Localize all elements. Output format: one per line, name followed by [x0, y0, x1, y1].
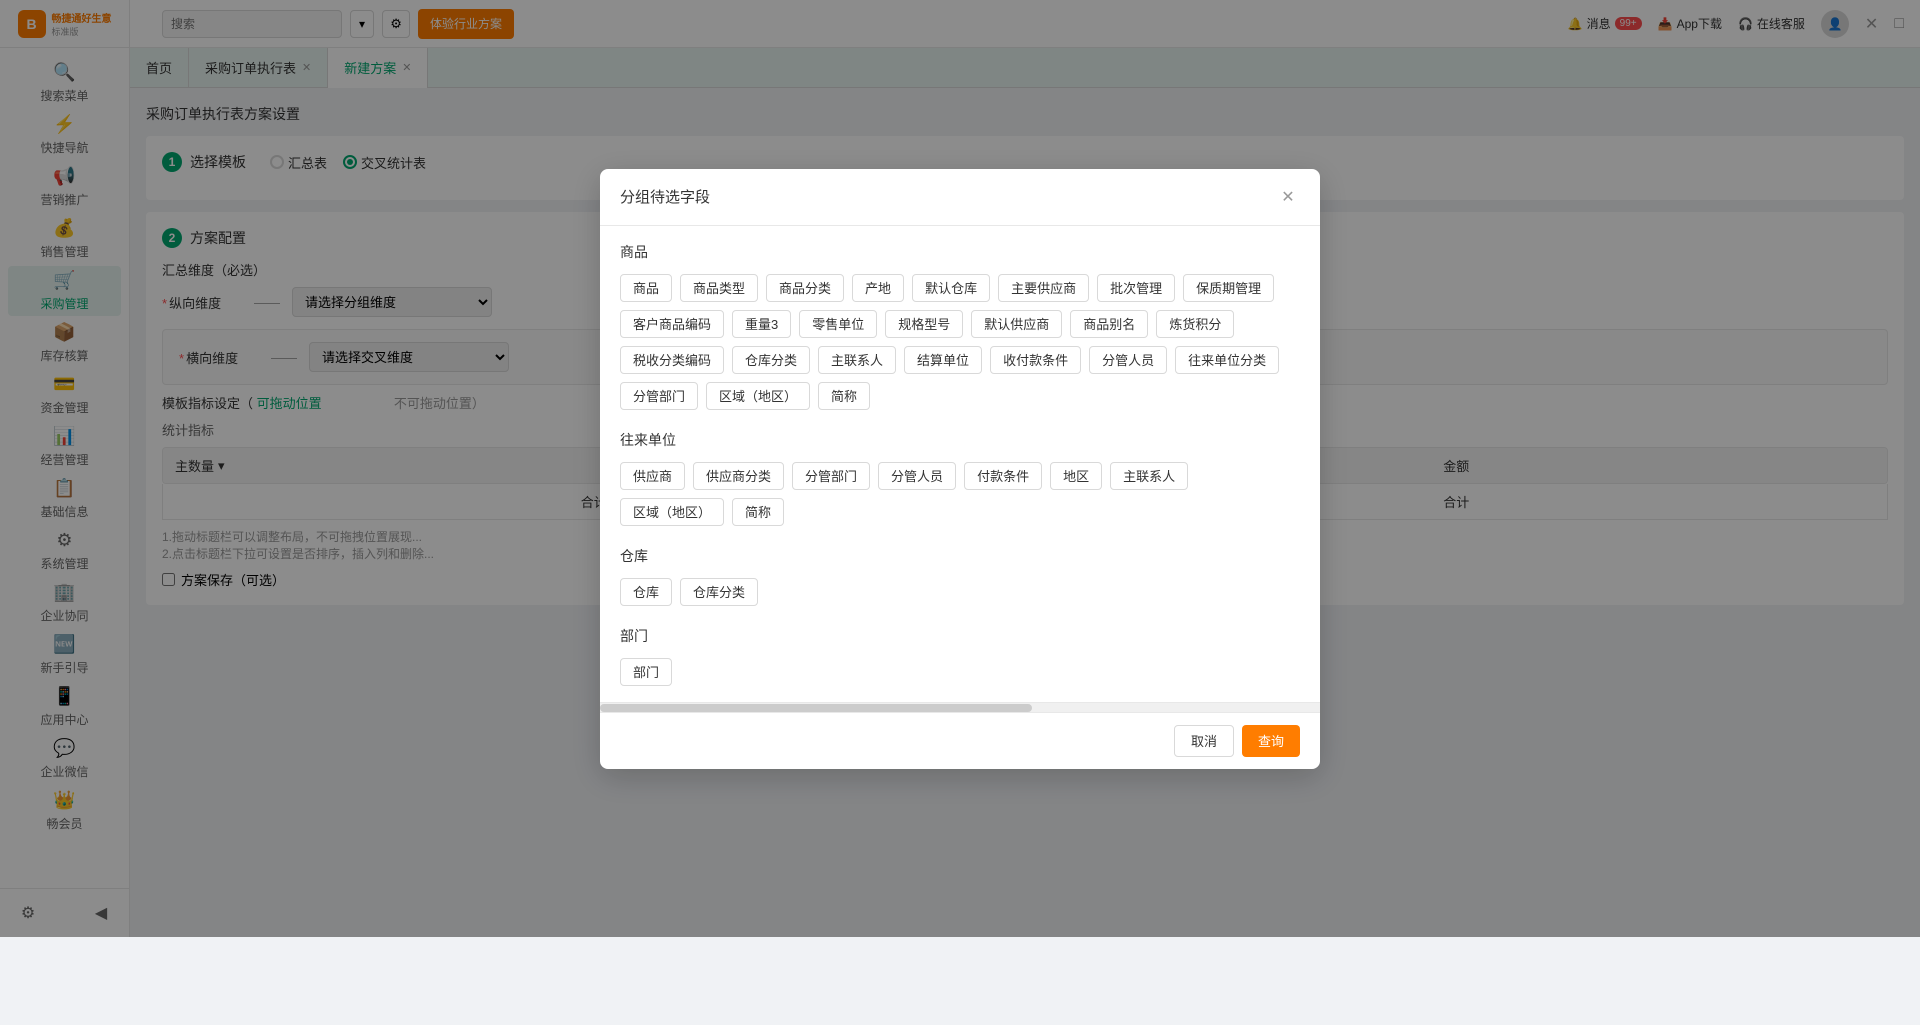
modal-hscrollbar[interactable] — [600, 702, 1320, 712]
field-tag[interactable]: 简称 — [732, 498, 784, 526]
field-tags-counterparty: 供应商 供应商分类 分管部门 分管人员 付款条件 地区 主联系人 区域（地区） … — [620, 462, 1300, 526]
modal-body: 商品 商品 商品类型 商品分类 产地 默认仓库 主要供应商 批次管理 保质期管理… — [600, 226, 1320, 702]
field-tag[interactable]: 税收分类编码 — [620, 346, 724, 374]
field-tag[interactable]: 重量3 — [732, 310, 791, 338]
field-tag[interactable]: 炼货积分 — [1156, 310, 1234, 338]
field-tags-warehouse: 仓库 仓库分类 — [620, 578, 1300, 606]
field-tag[interactable]: 默认仓库 — [912, 274, 990, 302]
modal-overlay: 分组待选字段 ✕ 商品 商品 商品类型 商品分类 产地 默认仓库 主要供应商 批… — [0, 0, 1920, 937]
field-tag[interactable]: 商品别名 — [1070, 310, 1148, 338]
field-group-goods-title: 商品 — [620, 242, 1300, 262]
field-group-goods: 商品 商品 商品类型 商品分类 产地 默认仓库 主要供应商 批次管理 保质期管理… — [620, 242, 1300, 410]
field-tag[interactable]: 往来单位分类 — [1175, 346, 1279, 374]
field-tag[interactable]: 主要供应商 — [998, 274, 1089, 302]
field-tags-goods: 商品 商品类型 商品分类 产地 默认仓库 主要供应商 批次管理 保质期管理 客户… — [620, 274, 1300, 410]
modal-footer: 取消 查询 — [600, 712, 1320, 769]
field-tag[interactable]: 仓库分类 — [680, 578, 758, 606]
field-tag[interactable]: 批次管理 — [1097, 274, 1175, 302]
field-tag[interactable]: 分管人员 — [1089, 346, 1167, 374]
field-tag[interactable]: 区域（地区） — [706, 382, 810, 410]
field-tag[interactable]: 保质期管理 — [1183, 274, 1274, 302]
field-tag[interactable]: 零售单位 — [799, 310, 877, 338]
field-tag[interactable]: 付款条件 — [964, 462, 1042, 490]
field-group-counterparty-title: 往来单位 — [620, 430, 1300, 450]
field-tag[interactable]: 供应商 — [620, 462, 685, 490]
field-tag[interactable]: 地区 — [1050, 462, 1102, 490]
field-group-department: 部门 部门 — [620, 626, 1300, 686]
field-group-counterparty: 往来单位 供应商 供应商分类 分管部门 分管人员 付款条件 地区 主联系人 区域… — [620, 430, 1300, 526]
field-tag[interactable]: 主联系人 — [818, 346, 896, 374]
field-tag[interactable]: 主联系人 — [1110, 462, 1188, 490]
field-group-department-title: 部门 — [620, 626, 1300, 646]
field-tag[interactable]: 分管人员 — [878, 462, 956, 490]
field-tag[interactable]: 分管部门 — [792, 462, 870, 490]
field-tag[interactable]: 产地 — [852, 274, 904, 302]
field-group-warehouse: 仓库 仓库 仓库分类 — [620, 546, 1300, 606]
field-tag[interactable]: 供应商分类 — [693, 462, 784, 490]
field-group-warehouse-title: 仓库 — [620, 546, 1300, 566]
field-tag[interactable]: 分管部门 — [620, 382, 698, 410]
field-tag[interactable]: 仓库 — [620, 578, 672, 606]
modal-cancel-btn[interactable]: 取消 — [1174, 725, 1234, 757]
field-tag[interactable]: 结算单位 — [904, 346, 982, 374]
field-tag[interactable]: 商品 — [620, 274, 672, 302]
field-tag[interactable]: 默认供应商 — [971, 310, 1062, 338]
field-tag[interactable]: 区域（地区） — [620, 498, 724, 526]
field-tag[interactable]: 部门 — [620, 658, 672, 686]
field-tag[interactable]: 商品分类 — [766, 274, 844, 302]
field-tag[interactable]: 收付款条件 — [990, 346, 1081, 374]
modal-confirm-btn[interactable]: 查询 — [1242, 725, 1300, 757]
field-tag[interactable]: 规格型号 — [885, 310, 963, 338]
field-tag[interactable]: 简称 — [818, 382, 870, 410]
modal-header: 分组待选字段 ✕ — [600, 169, 1320, 226]
field-tag[interactable]: 仓库分类 — [732, 346, 810, 374]
modal-hscroll-thumb — [600, 704, 1032, 712]
modal-close-btn[interactable]: ✕ — [1276, 185, 1300, 209]
modal: 分组待选字段 ✕ 商品 商品 商品类型 商品分类 产地 默认仓库 主要供应商 批… — [600, 169, 1320, 769]
field-tag[interactable]: 商品类型 — [680, 274, 758, 302]
modal-title: 分组待选字段 — [620, 186, 710, 207]
field-tags-department: 部门 — [620, 658, 1300, 686]
field-tag[interactable]: 客户商品编码 — [620, 310, 724, 338]
